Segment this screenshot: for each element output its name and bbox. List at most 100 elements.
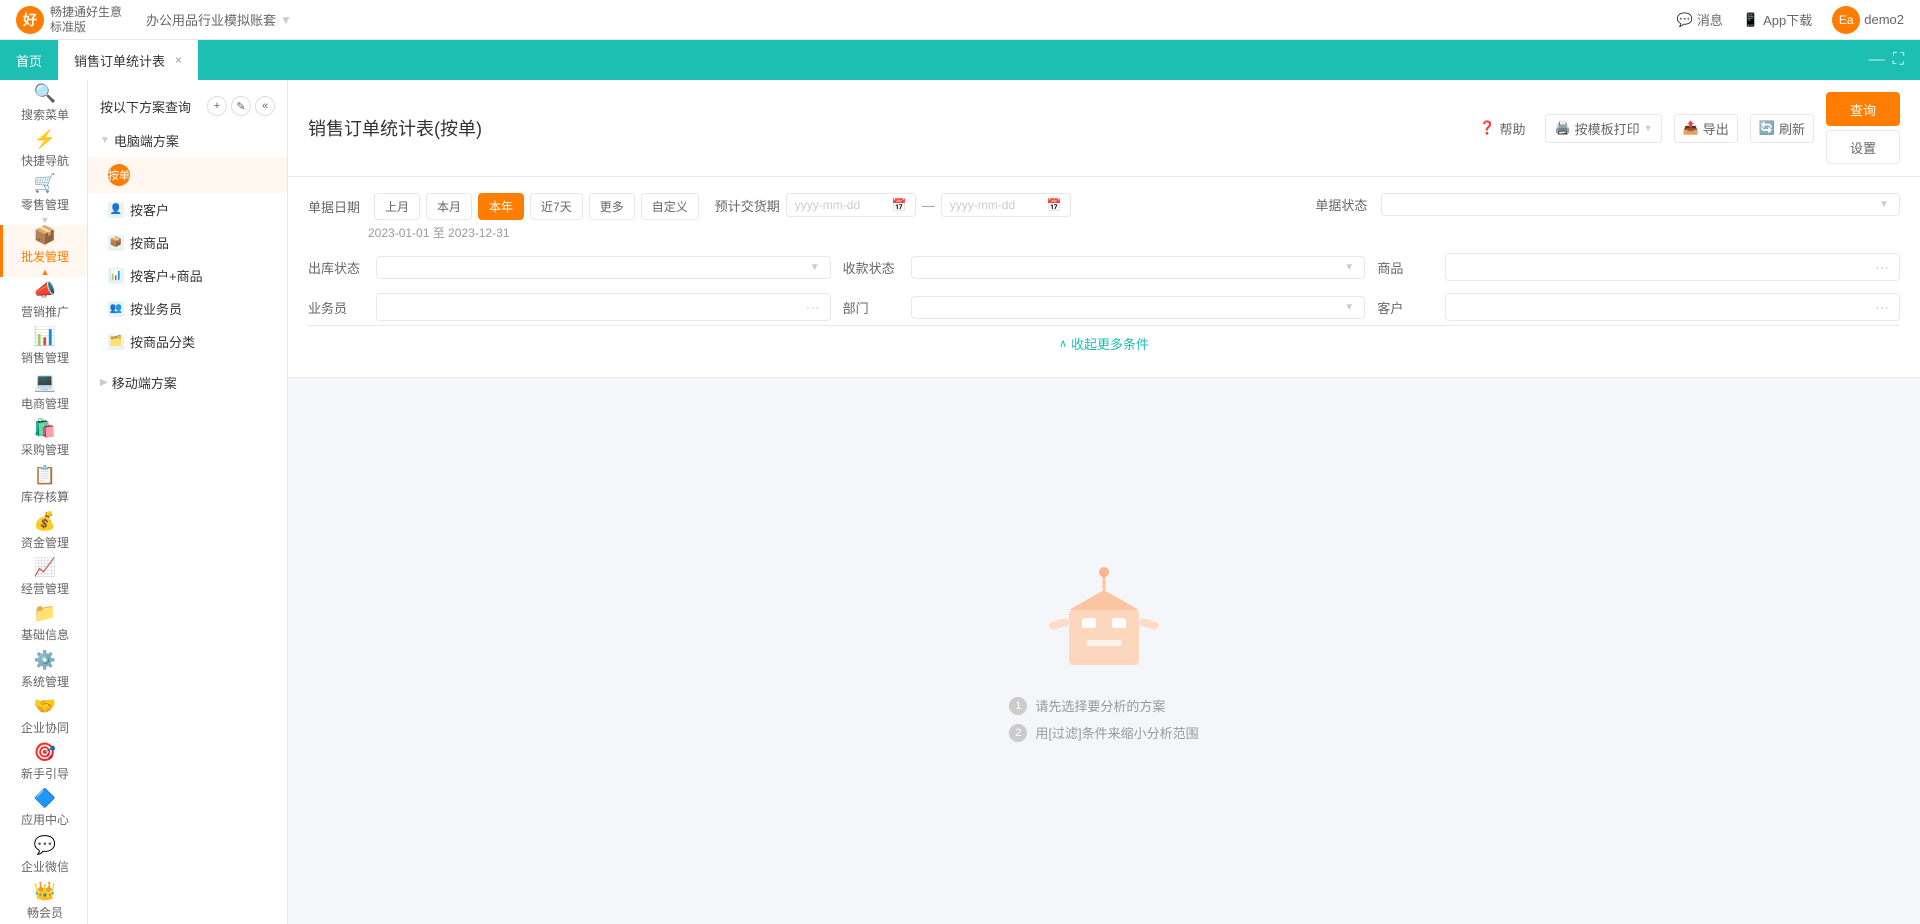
customer-field: 客户 ··· — [1377, 293, 1900, 321]
by-customer-product-icon: 📊 — [108, 268, 124, 284]
retail-icon: 🛒 — [34, 173, 56, 194]
tree-desktop-parent[interactable]: ▼ 电脑端方案 — [88, 124, 287, 157]
date-btn-last-month[interactable]: 上月 — [374, 193, 420, 220]
sidebar-item-label: 销售管理 — [21, 349, 69, 366]
expected-date-start-input[interactable]: yyyy-mm-dd 📅 — [786, 193, 916, 217]
expected-date-label: 预计交货期 — [715, 196, 780, 215]
by-salesperson-icon: 👥 — [108, 301, 124, 317]
tree-item-by-customer[interactable]: 👤 按客户 — [88, 193, 287, 226]
sidebar-item-system[interactable]: ⚙️ 系统管理 — [0, 647, 87, 693]
payment-status-arrow-icon: ▼ — [1344, 262, 1354, 273]
empty-hints: 1 请先选择要分析的方案 2 用[过滤]条件来缩小分析范围 — [1009, 696, 1198, 742]
purchase-icon: 🛍️ — [34, 418, 56, 439]
edit-scheme-button[interactable]: ✎ — [231, 96, 251, 116]
message-action[interactable]: 💬 消息 — [1677, 10, 1723, 29]
breadcrumb-arrow-icon: ▼ — [280, 13, 292, 27]
sidebar-item-retail[interactable]: 🛒 零售管理 ▼ — [0, 173, 87, 225]
collapse-panel-button[interactable]: « — [255, 96, 275, 116]
left-panel: 按以下方案查询 + ✎ « ▼ 电脑端方案 按单 👤 按客户 📦 按商 — [88, 80, 288, 924]
active-badge: 按单 — [108, 164, 130, 186]
logo-area: 好 畅捷通好生意 标准版 — [16, 5, 122, 34]
dept-select[interactable]: ▼ — [911, 296, 1366, 319]
sidebar-item-basic[interactable]: 📁 基础信息 — [0, 600, 87, 646]
product-label: 商品 — [1377, 258, 1437, 277]
tree-item-by-product[interactable]: 📦 按商品 — [88, 226, 287, 259]
expected-date-group: 预计交货期 yyyy-mm-dd 📅 — yyyy-mm-dd 📅 — [715, 193, 1300, 217]
collapse-label: 收起更多条件 — [1071, 334, 1149, 353]
by-customer-icon: 👤 — [108, 202, 124, 218]
user-profile[interactable]: Ea demo2 — [1832, 6, 1904, 34]
user-name: demo2 — [1864, 12, 1904, 27]
sidebar-item-label: 企业协同 — [21, 719, 69, 736]
left-panel-header: 按以下方案查询 + ✎ « — [88, 88, 287, 124]
sidebar-item-label: 库存核算 — [21, 488, 69, 505]
sidebar-item-search-menu[interactable]: 🔍 搜索菜单 — [0, 80, 87, 126]
sidebar-item-wholesale[interactable]: 📦 批发管理 ▲ — [0, 225, 87, 277]
sidebar-item-quick-nav[interactable]: ⚡ 快捷导航 — [0, 126, 87, 172]
ship-status-select[interactable]: ▼ — [376, 256, 831, 279]
order-status-select[interactable]: ▼ — [1381, 193, 1900, 216]
tab-minimize-button[interactable]: — — [1869, 51, 1885, 69]
sidebar-item-finance[interactable]: 💰 资金管理 — [0, 508, 87, 554]
sidebar-item-collab[interactable]: 🤝 企业协同 — [0, 693, 87, 739]
template-print-button[interactable]: 🖨️ 按模板打印 ▼ — [1545, 114, 1661, 143]
app-download-action[interactable]: 📱 App下载 — [1743, 10, 1812, 29]
date-btn-last-7-days[interactable]: 近7天 — [530, 193, 583, 220]
date-btn-this-month[interactable]: 本月 — [426, 193, 472, 220]
tab-home[interactable]: 首页 — [0, 40, 58, 80]
help-button[interactable]: ❓ 帮助 — [1471, 115, 1533, 142]
sidebar: 🔍 搜索菜单 ⚡ 快捷导航 🛒 零售管理 ▼ 📦 批发管理 ▲ 📣 营销推广 📊… — [0, 80, 88, 924]
sidebar-item-ecom[interactable]: 💻 电商管理 — [0, 369, 87, 415]
customer-input[interactable]: ··· — [1445, 293, 1900, 321]
sidebar-item-guide[interactable]: 🎯 新手引导 — [0, 739, 87, 785]
message-label: 消息 — [1697, 10, 1723, 29]
sidebar-item-sales[interactable]: 📊 销售管理 — [0, 323, 87, 369]
sidebar-item-marketing[interactable]: 📣 营销推广 — [0, 277, 87, 323]
query-button[interactable]: 查询 — [1826, 92, 1900, 126]
tree-item-by-customer-product[interactable]: 📊 按客户+商品 — [88, 259, 287, 292]
filter-row-3: 业务员 ··· 部门 ▼ 客户 — [308, 293, 1900, 321]
product-input[interactable]: ··· — [1445, 253, 1900, 281]
refresh-button[interactable]: 🔄 刷新 — [1750, 114, 1814, 143]
tab-sales-order-stats[interactable]: 销售订单统计表 × — [58, 40, 198, 80]
tab-maximize-button[interactable]: ⛶ — [1893, 51, 1904, 69]
tree-item-by-salesperson[interactable]: 👥 按业务员 — [88, 292, 287, 325]
payment-status-label: 收款状态 — [843, 258, 903, 277]
main-layout: 🔍 搜索菜单 ⚡ 快捷导航 🛒 零售管理 ▼ 📦 批发管理 ▲ 📣 营销推广 📊… — [0, 80, 1920, 924]
message-icon: 💬 — [1677, 12, 1693, 28]
inventory-icon: 📋 — [34, 465, 56, 486]
sidebar-item-member[interactable]: 👑 畅会员 — [0, 878, 87, 924]
hint-text-2: 用[过滤]条件来缩小分析范围 — [1035, 723, 1198, 742]
date-btn-more[interactable]: 更多 — [589, 193, 635, 220]
settings-button[interactable]: 设置 — [1826, 130, 1900, 164]
payment-status-select[interactable]: ▼ — [911, 256, 1366, 279]
print-icon: 🖨️ — [1554, 120, 1570, 136]
sidebar-item-purchase[interactable]: 🛍️ 采购管理 — [0, 415, 87, 461]
empty-hint-1: 1 请先选择要分析的方案 — [1009, 696, 1198, 715]
wholesale-arrow-icon: ▲ — [41, 267, 50, 277]
collapse-filter-button[interactable]: ∧ 收起更多条件 — [308, 325, 1900, 361]
export-button[interactable]: 📤 导出 — [1674, 114, 1738, 143]
date-btn-custom[interactable]: 自定义 — [641, 193, 699, 220]
wechat-icon: 💬 — [34, 835, 56, 856]
quick-nav-icon: ⚡ — [34, 129, 56, 150]
sidebar-item-wechat[interactable]: 💬 企业微信 — [0, 832, 87, 878]
collab-icon: 🤝 — [34, 696, 56, 717]
tree-item-label: 按客户+商品 — [130, 266, 203, 285]
date-btn-this-year[interactable]: 本年 — [478, 193, 524, 220]
expected-date-end-input[interactable]: yyyy-mm-dd 📅 — [941, 193, 1071, 217]
date-separator: — — [922, 198, 935, 213]
salesperson-input[interactable]: ··· — [376, 293, 831, 321]
sidebar-item-app-center[interactable]: 🔷 应用中心 — [0, 785, 87, 831]
top-bar-left: 好 畅捷通好生意 标准版 办公用品行业模拟账套 ▼ — [16, 5, 292, 34]
filter-area: 单据日期 上月 本月 本年 近7天 更多 自定义 2023-01-01 至 20… — [288, 177, 1920, 378]
tree-item-by-order[interactable]: 按单 — [88, 157, 287, 193]
sidebar-item-ops[interactable]: 📈 经营管理 — [0, 554, 87, 600]
tab-close-icon[interactable]: × — [175, 53, 182, 67]
tree-item-by-product-category[interactable]: 🗂️ 按商品分类 — [88, 325, 287, 358]
sidebar-item-inventory[interactable]: 📋 库存核算 — [0, 462, 87, 508]
tree-mobile-parent[interactable]: ▶ 移动端方案 — [88, 366, 287, 399]
add-scheme-button[interactable]: + — [207, 96, 227, 116]
logo-text: 畅捷通好生意 标准版 — [50, 5, 122, 34]
tree-item-label: 按业务员 — [130, 299, 182, 318]
